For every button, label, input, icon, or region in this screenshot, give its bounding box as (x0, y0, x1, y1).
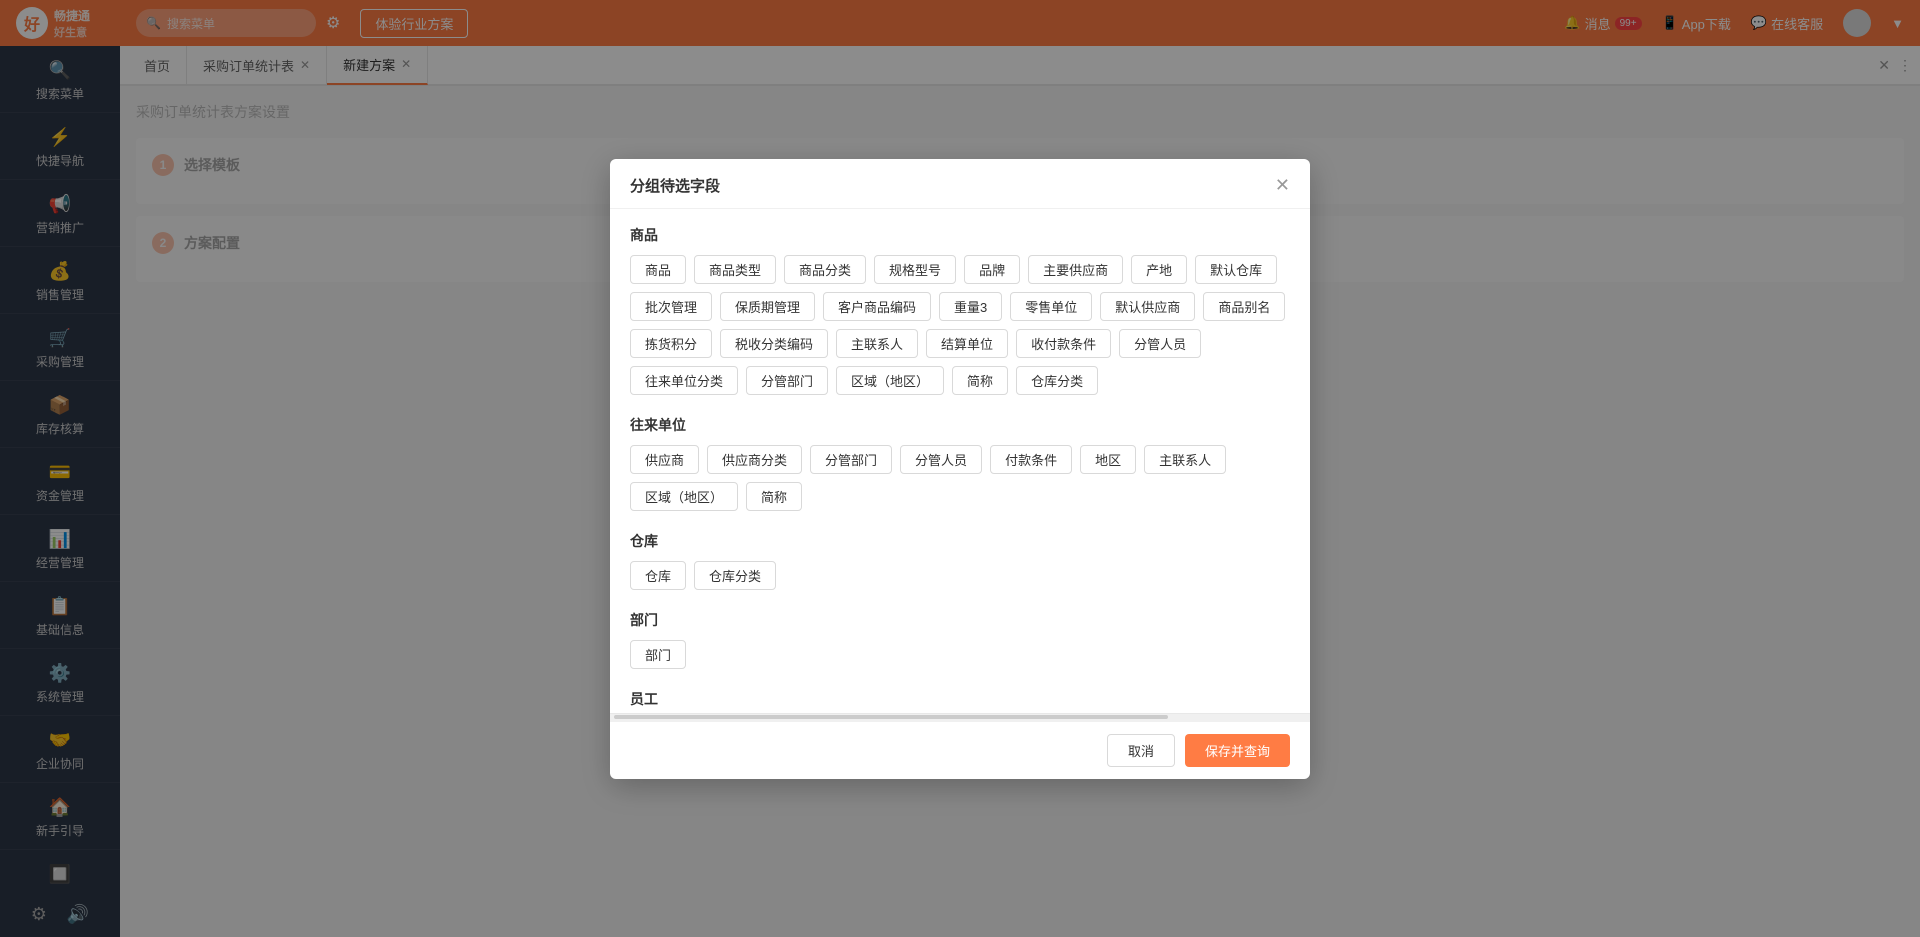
field-tag[interactable]: 部门 (630, 640, 686, 669)
section-title-employee: 员工 (630, 689, 1290, 709)
field-tag[interactable]: 分管部门 (810, 445, 892, 474)
field-tag[interactable]: 往来单位分类 (630, 366, 738, 395)
dialog-footer: 取消 保存并查询 (610, 721, 1310, 779)
field-tag[interactable]: 结算单位 (926, 329, 1008, 358)
field-tag[interactable]: 付款条件 (990, 445, 1072, 474)
field-tags-goods: 商品商品类型商品分类规格型号品牌主要供应商产地默认仓库批次管理保质期管理客户商品… (630, 255, 1290, 395)
field-tag[interactable]: 地区 (1080, 445, 1136, 474)
field-tag[interactable]: 区域（地区） (630, 482, 738, 511)
field-tag[interactable]: 主联系人 (1144, 445, 1226, 474)
field-tag[interactable]: 分管人员 (1119, 329, 1201, 358)
field-tag[interactable]: 收付款条件 (1016, 329, 1111, 358)
field-tag[interactable]: 仓库 (630, 561, 686, 590)
dialog-title: 分组待选字段 (630, 175, 720, 196)
section-title-warehouse: 仓库 (630, 531, 1290, 551)
field-tag[interactable]: 拣货积分 (630, 329, 712, 358)
field-tags-warehouse: 仓库仓库分类 (630, 561, 1290, 590)
section-warehouse: 仓库仓库仓库分类 (630, 531, 1290, 590)
scrollbar-thumb[interactable] (614, 715, 1168, 719)
field-tag[interactable]: 商品别名 (1203, 292, 1285, 321)
field-tag[interactable]: 客户商品编码 (823, 292, 931, 321)
field-tag[interactable]: 供应商 (630, 445, 699, 474)
field-tag[interactable]: 供应商分类 (707, 445, 802, 474)
field-tag[interactable]: 批次管理 (630, 292, 712, 321)
field-tag[interactable]: 分管部门 (746, 366, 828, 395)
field-tag[interactable]: 分管人员 (900, 445, 982, 474)
section-partner: 往来单位供应商供应商分类分管部门分管人员付款条件地区主联系人区域（地区） 简称 (630, 415, 1290, 511)
field-tag[interactable]: 税收分类编码 (720, 329, 828, 358)
section-title-partner: 往来单位 (630, 415, 1290, 435)
field-tag[interactable]: 简称 (746, 482, 802, 511)
section-goods: 商品商品商品类型商品分类规格型号品牌主要供应商产地默认仓库批次管理保质期管理客户… (630, 225, 1290, 395)
section-title-goods: 商品 (630, 225, 1290, 245)
dialog-header: 分组待选字段 ✕ (610, 159, 1310, 209)
field-tag[interactable]: 品牌 (964, 255, 1020, 284)
field-tag[interactable]: 产地 (1131, 255, 1187, 284)
confirm-button[interactable]: 保存并查询 (1185, 734, 1290, 767)
field-tag[interactable]: 零售单位 (1010, 292, 1092, 321)
field-tag[interactable]: 商品 (630, 255, 686, 284)
section-department: 部门部门 (630, 610, 1290, 669)
field-tag[interactable]: 重量3 (939, 292, 1002, 321)
field-tag[interactable]: 主联系人 (836, 329, 918, 358)
section-employee: 员工业务员 (630, 689, 1290, 713)
overlay: 分组待选字段 ✕ 商品商品商品类型商品分类规格型号品牌主要供应商产地默认仓库批次… (0, 0, 1920, 937)
field-tag[interactable]: 默认仓库 (1195, 255, 1277, 284)
cancel-button[interactable]: 取消 (1107, 734, 1175, 767)
field-tag[interactable]: 仓库分类 (1016, 366, 1098, 395)
dialog-body[interactable]: 商品商品商品类型商品分类规格型号品牌主要供应商产地默认仓库批次管理保质期管理客户… (610, 209, 1310, 713)
field-tag[interactable]: 区域（地区） (836, 366, 944, 395)
section-title-department: 部门 (630, 610, 1290, 630)
field-tag[interactable]: 仓库分类 (694, 561, 776, 590)
dialog: 分组待选字段 ✕ 商品商品商品类型商品分类规格型号品牌主要供应商产地默认仓库批次… (610, 159, 1310, 779)
dialog-scrollbar[interactable] (610, 713, 1310, 721)
field-tags-partner: 供应商供应商分类分管部门分管人员付款条件地区主联系人区域（地区） 简称 (630, 445, 1290, 511)
field-tag[interactable]: 默认供应商 (1100, 292, 1195, 321)
dialog-close-button[interactable]: ✕ (1275, 175, 1290, 196)
field-tag[interactable]: 简称 (952, 366, 1008, 395)
field-tag[interactable]: 保质期管理 (720, 292, 815, 321)
field-tag[interactable]: 商品分类 (784, 255, 866, 284)
field-tag[interactable]: 主要供应商 (1028, 255, 1123, 284)
field-tag[interactable]: 商品类型 (694, 255, 776, 284)
field-tags-department: 部门 (630, 640, 1290, 669)
field-tag[interactable]: 规格型号 (874, 255, 956, 284)
